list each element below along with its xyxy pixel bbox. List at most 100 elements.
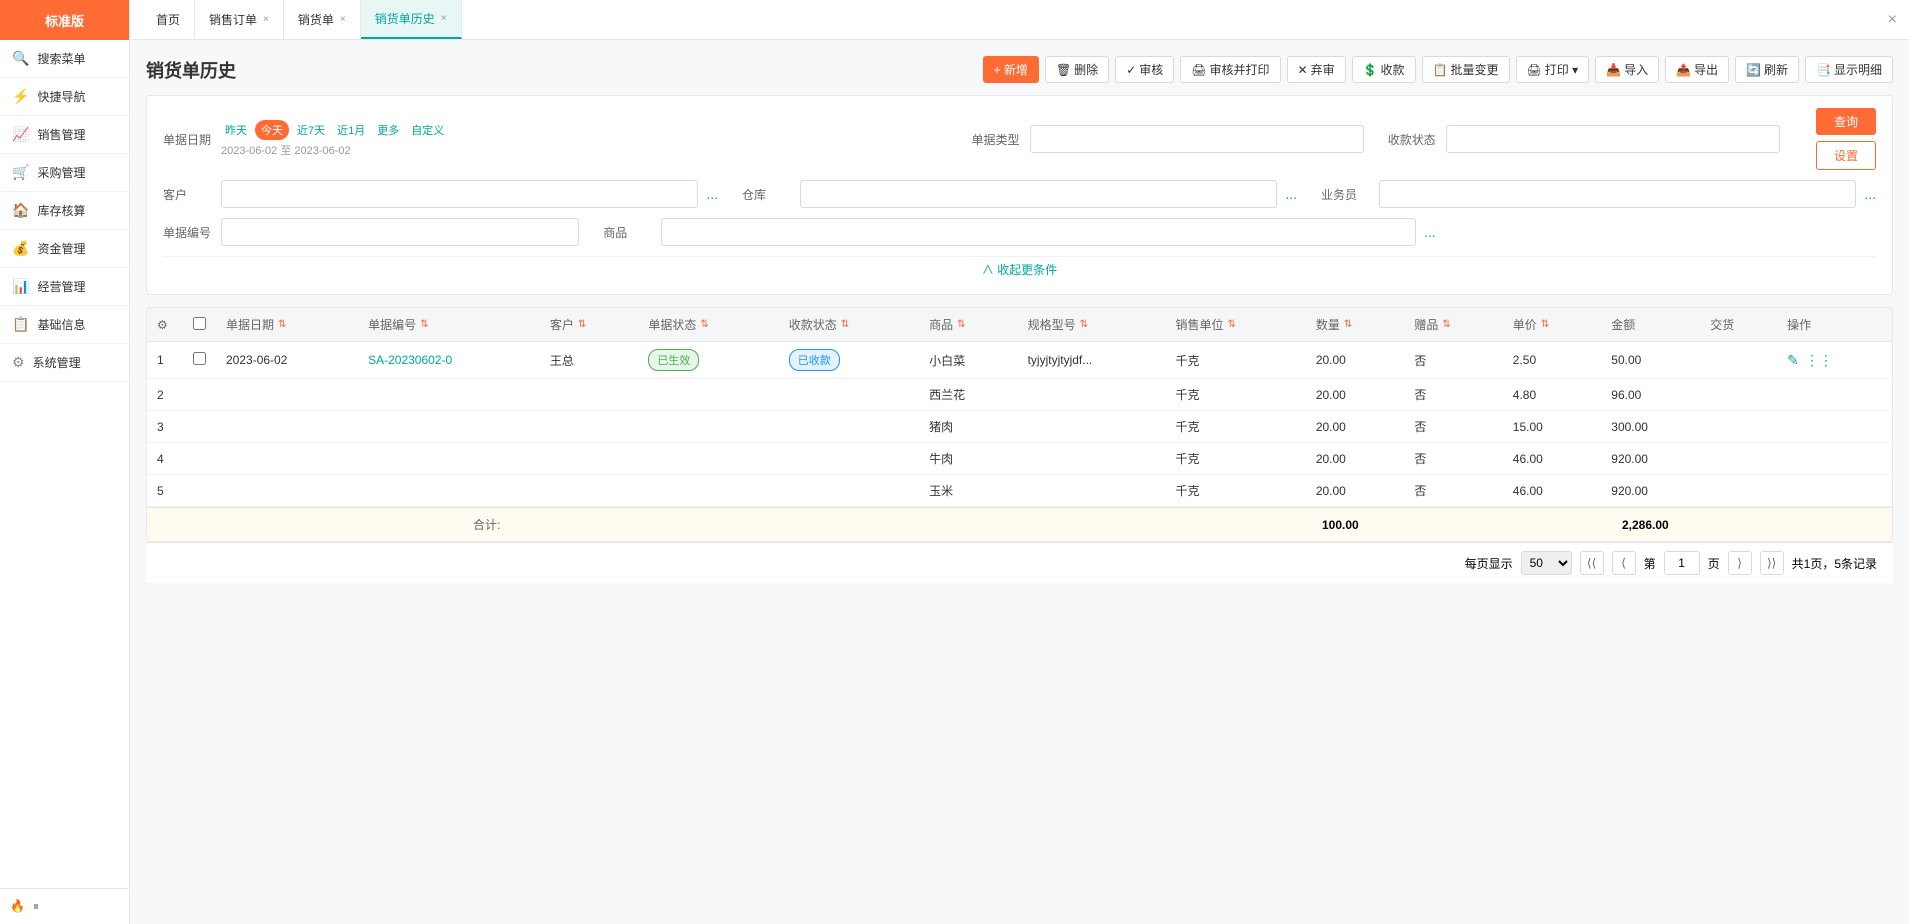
date-yesterday[interactable]: 昨天 — [221, 120, 251, 140]
payment-status-select[interactable] — [1446, 125, 1780, 153]
export-button[interactable]: 📤 导出 — [1665, 56, 1729, 83]
tab-sales-delivery[interactable]: 销货单 × — [284, 0, 361, 39]
sidebar-item-label: 基础信息 — [37, 316, 85, 333]
col-customer[interactable]: 客户 ⇅ — [540, 308, 638, 342]
col-doc-no[interactable]: 单据编号 ⇅ — [358, 308, 540, 342]
page-first-button[interactable]: ⟨⟨ — [1580, 551, 1604, 575]
sidebar-item-label: 搜索菜单 — [37, 50, 85, 67]
batch-change-button[interactable]: 📋 批量变更 — [1422, 56, 1510, 83]
cell-index: 4 — [147, 443, 183, 475]
col-product[interactable]: 商品 ⇅ — [919, 308, 1017, 342]
show-detail-button[interactable]: 📑 显示明细 — [1805, 56, 1893, 83]
audit-button[interactable]: ✓ 审核 — [1115, 56, 1174, 83]
date-7days[interactable]: 近7天 — [293, 120, 329, 140]
filter-actions: 查询 设置 — [1816, 108, 1876, 170]
sidebar-item-purchase[interactable]: 🛒 采购管理 — [0, 154, 129, 192]
sidebar-pause-icon[interactable]: ⏸ — [33, 899, 39, 914]
close-tab-sales-order[interactable]: × — [263, 14, 269, 25]
new-button[interactable]: + 新增 — [983, 56, 1039, 83]
date-1month[interactable]: 近1月 — [333, 120, 369, 140]
cell-qty: 20.00 — [1306, 443, 1404, 475]
warehouse-label: 仓库 — [742, 186, 792, 203]
sidebar-item-base-info[interactable]: 📋 基础信息 — [0, 306, 129, 344]
col-qty[interactable]: 数量 ⇅ — [1306, 308, 1404, 342]
sidebar-item-search-menu[interactable]: 🔍 搜索菜单 — [0, 40, 129, 78]
cell-amount: 920.00 — [1601, 475, 1700, 507]
product-picker-icon[interactable]: ... — [1424, 224, 1436, 240]
delete-button[interactable]: 🗑 删除 — [1045, 56, 1109, 83]
warehouse-picker-icon[interactable]: ... — [1285, 186, 1297, 202]
col-unit[interactable]: 销售单位 ⇅ — [1165, 308, 1305, 342]
sidebar-item-sys-mgmt[interactable]: ⚙ 系统管理 — [0, 344, 129, 382]
date-custom[interactable]: 自定义 — [407, 120, 448, 140]
edit-icon[interactable]: ✎ — [1787, 352, 1799, 369]
audit-icon: ✓ — [1126, 63, 1136, 77]
row-checkbox[interactable] — [193, 352, 206, 365]
product-input[interactable] — [661, 218, 1416, 246]
sidebar-item-label: 系统管理 — [33, 354, 81, 371]
sort-date-icon: ⇅ — [278, 319, 286, 330]
filter-collapse-button[interactable]: ∧ 收起更条件 — [163, 256, 1876, 282]
sidebar-item-sales[interactable]: 📈 销售管理 — [0, 116, 129, 154]
product-label: 商品 — [603, 224, 653, 241]
settings-icon[interactable]: ⚙ — [157, 318, 168, 332]
sidebar-item-inventory[interactable]: 🏠 库存核算 — [0, 192, 129, 230]
sidebar-collapse-icon[interactable]: 🔥 — [10, 899, 25, 914]
tab-home[interactable]: 首页 — [142, 0, 195, 39]
collect-button[interactable]: 💲 收款 — [1352, 56, 1416, 83]
date-more[interactable]: 更多 — [373, 120, 403, 140]
info-icon: 📋 — [12, 316, 29, 333]
topbar-right: × — [1888, 11, 1897, 29]
sidebar-item-finance[interactable]: 💰 资金管理 — [0, 230, 129, 268]
col-date[interactable]: 单据日期 ⇅ — [216, 308, 358, 342]
col-price[interactable]: 单价 ⇅ — [1503, 308, 1601, 342]
close-tab-sales-delivery[interactable]: × — [340, 14, 346, 25]
refresh-button[interactable]: 🔄 刷新 — [1735, 56, 1799, 83]
staff-picker-icon[interactable]: ... — [1864, 186, 1876, 202]
cell-actions — [1777, 443, 1892, 475]
customer-input[interactable] — [221, 180, 698, 208]
doc-no-input[interactable] — [221, 218, 579, 246]
window-close-icon[interactable]: × — [1888, 11, 1897, 29]
page-size-label: 每页显示 — [1465, 555, 1513, 572]
col-gift[interactable]: 赠品 ⇅ — [1404, 308, 1502, 342]
page-prev-button[interactable]: ⟨ — [1612, 551, 1636, 575]
staff-input[interactable] — [1379, 180, 1856, 208]
col-settings[interactable]: ⚙ — [147, 308, 183, 342]
import-button[interactable]: 📥 导入 — [1595, 56, 1659, 83]
date-today[interactable]: 今天 — [255, 120, 289, 140]
page-last-button[interactable]: ⟩⟩ — [1760, 551, 1784, 575]
more-icon[interactable]: ⋮⋮ — [1805, 352, 1833, 369]
cell-date — [216, 443, 358, 475]
audit-print-button[interactable]: 🖨 审核并打印 — [1180, 56, 1280, 83]
page-next-button[interactable]: ⟩ — [1728, 551, 1752, 575]
filter-customer: 客户 ... — [163, 180, 718, 208]
doc-status-badge: 已生效 — [648, 349, 699, 371]
cell-gift: 否 — [1404, 475, 1502, 507]
sort-docstatus-icon: ⇅ — [700, 319, 708, 330]
export-icon: 📤 — [1676, 63, 1691, 77]
cell-date — [216, 475, 358, 507]
col-payment-status[interactable]: 收款状态 ⇅ — [779, 308, 919, 342]
doc-type-select[interactable] — [1030, 125, 1364, 153]
cell-index: 1 — [147, 342, 183, 379]
tab-sales-history[interactable]: 销货单历史 × — [361, 0, 462, 39]
sidebar-item-label: 销售管理 — [37, 126, 85, 143]
sidebar-item-quick-nav[interactable]: ⚡ 快捷导航 — [0, 78, 129, 116]
cell-doc-no — [358, 411, 540, 443]
customer-picker-icon[interactable]: ... — [706, 186, 718, 202]
sidebar-item-ops[interactable]: 📊 经营管理 — [0, 268, 129, 306]
close-tab-sales-history[interactable]: × — [441, 13, 447, 24]
warehouse-input[interactable] — [800, 180, 1277, 208]
query-button[interactable]: 查询 — [1816, 108, 1876, 135]
page-size-select[interactable]: 50 20 100 — [1521, 551, 1572, 575]
print-button[interactable]: 🖨 打印 ▾ — [1516, 56, 1590, 83]
tab-sales-order[interactable]: 销售订单 × — [195, 0, 284, 39]
page-number-input[interactable] — [1664, 551, 1700, 575]
settings-button[interactable]: 设置 — [1816, 141, 1876, 170]
revoke-button[interactable]: ✕ 弃审 — [1287, 56, 1346, 83]
col-spec[interactable]: 规格型号 ⇅ — [1018, 308, 1166, 342]
select-all-checkbox[interactable] — [193, 317, 206, 330]
col-doc-status[interactable]: 单据状态 ⇅ — [638, 308, 778, 342]
footer-total-amount: 2,286.00 — [1622, 518, 1742, 532]
